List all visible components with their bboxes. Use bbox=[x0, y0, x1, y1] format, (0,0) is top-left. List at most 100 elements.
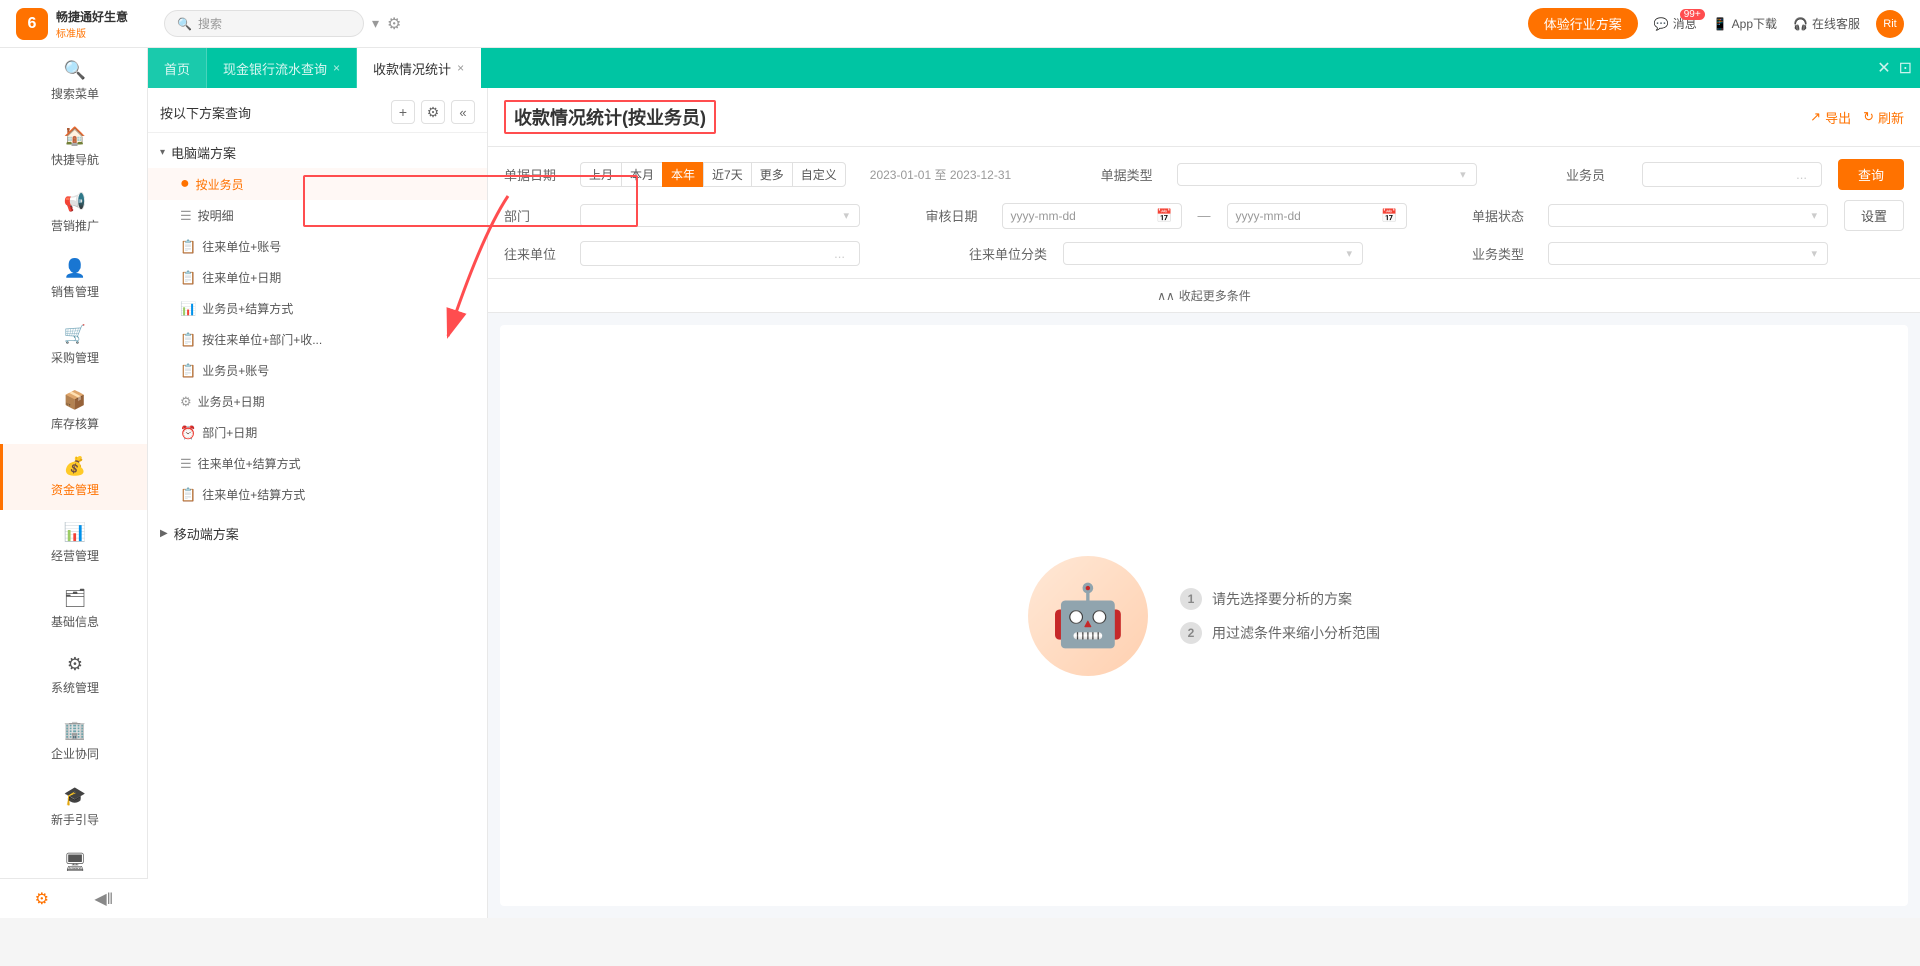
date-tab-this-year[interactable]: 本年 bbox=[662, 162, 703, 187]
sidebar-item-system[interactable]: ⚙ 系统管理 bbox=[0, 642, 147, 708]
sidebar-item-fund[interactable]: 💰 资金管理 bbox=[0, 444, 147, 510]
review-date-start-input[interactable]: yyyy-mm-dd 📅 bbox=[1002, 203, 1182, 229]
trial-btn[interactable]: 体验行业方案 bbox=[1528, 8, 1638, 39]
sidebar-item-marketing[interactable]: 📢 营销推广 bbox=[0, 180, 147, 246]
mobile-group-label[interactable]: ▶ 移动端方案 bbox=[148, 518, 487, 549]
tree-item-partner-date[interactable]: 📋 往来单位+日期 bbox=[148, 262, 487, 293]
bottom-settings-icon[interactable]: ⚙ bbox=[35, 889, 49, 909]
bottom-collapse-icon[interactable]: ◀‖ bbox=[94, 889, 113, 909]
sidebar-item-purchase[interactable]: 🛒 采购管理 bbox=[0, 312, 147, 378]
calendar-end-icon: 📅 bbox=[1381, 208, 1397, 224]
mobile-group: ▶ 移动端方案 bbox=[148, 514, 487, 553]
list2-icon: ☰ bbox=[180, 456, 192, 472]
tree-item-dept-date[interactable]: ⏰ 部门+日期 bbox=[148, 417, 487, 448]
salesman-dots[interactable]: ... bbox=[1792, 167, 1811, 182]
tree-item-partner-dept[interactable]: 📋 按往来单位+部门+收... bbox=[148, 324, 487, 355]
tab-collection-stat[interactable]: 收款情况统计 × bbox=[357, 48, 481, 88]
tab-collection-stat-close[interactable]: × bbox=[457, 61, 464, 75]
salesman-select[interactable]: ... bbox=[1642, 162, 1822, 187]
tab-bank-flow-close[interactable]: × bbox=[333, 61, 340, 75]
tree-item-staff-account[interactable]: 📋 业务员+账号 bbox=[148, 355, 487, 386]
tree-item-by-staff[interactable]: ● 按业务员 bbox=[148, 168, 487, 200]
search-icon: 🔍 bbox=[177, 17, 192, 31]
refresh-btn[interactable]: ↻ 刷新 bbox=[1863, 108, 1904, 127]
tree-item-partner-settle1[interactable]: ☰ 往来单位+结算方式 bbox=[148, 448, 487, 479]
dept-select[interactable]: ▾ bbox=[580, 204, 860, 227]
settings-icon[interactable]: ⚙ bbox=[387, 14, 401, 34]
sidebar-item-label: 系统管理 bbox=[51, 679, 99, 696]
query-btn[interactable]: 查询 bbox=[1838, 159, 1904, 190]
filter-row-1: 单据日期 上月 本月 本年 近7天 更多 自定义 2023-01-01 至 20… bbox=[504, 159, 1904, 190]
desktop-group: ▾ 电脑端方案 ● 按业务员 ☰ 按明细 📋 往来单位+账号 bbox=[148, 133, 487, 514]
doc-icon: 📋 bbox=[180, 239, 196, 255]
review-date-end-input[interactable]: yyyy-mm-dd 📅 bbox=[1227, 203, 1407, 229]
settings-btn[interactable]: 设置 bbox=[1844, 200, 1904, 231]
collapse-btn[interactable]: ∧∧ 收起更多条件 bbox=[1157, 287, 1251, 304]
sidebar-item-quicknav[interactable]: 🏠 快捷导航 bbox=[0, 114, 147, 180]
filter-row-2: 部门 ▾ 审核日期 yyyy-mm-dd 📅 — bbox=[504, 200, 1904, 231]
online-service-label: 在线客服 bbox=[1812, 15, 1860, 32]
tab-home[interactable]: 首页 bbox=[148, 48, 207, 88]
maximize-window-btn[interactable]: ⊡ bbox=[1899, 58, 1912, 78]
user-avatar[interactable]: Rit bbox=[1876, 10, 1904, 38]
date-tab-custom[interactable]: 自定义 bbox=[792, 162, 846, 187]
sidebar-item-sales[interactable]: 👤 销售管理 bbox=[0, 246, 147, 312]
sidebar-item-guide[interactable]: 🎓 新手引导 bbox=[0, 774, 147, 840]
add-scheme-btn[interactable]: + bbox=[391, 100, 415, 124]
sidebar-item-basic[interactable]: 🗂 基础信息 bbox=[0, 576, 147, 642]
fund-icon: 💰 bbox=[64, 456, 86, 477]
main-layout: 🔍 搜索菜单 🏠 快捷导航 📢 营销推广 👤 销售管理 🛒 采购管理 📦 库存核… bbox=[0, 48, 1920, 918]
date-tab-last-month[interactable]: 上月 bbox=[580, 162, 621, 187]
left-panel-actions: + ⚙ « bbox=[391, 100, 475, 124]
search-box[interactable]: 🔍 搜索 bbox=[164, 10, 364, 37]
tree-item-staff-date[interactable]: ⚙ 业务员+日期 bbox=[148, 386, 487, 417]
date-tab-7days[interactable]: 近7天 bbox=[703, 162, 751, 187]
left-panel: 按以下方案查询 + ⚙ « ▾ 电脑端方案 bbox=[148, 88, 488, 918]
desktop-group-label[interactable]: ▾ 电脑端方案 bbox=[148, 137, 487, 168]
partner-select[interactable]: ... bbox=[580, 241, 860, 266]
tree-item-partner-settle2[interactable]: 📋 往来单位+结算方式 bbox=[148, 479, 487, 510]
collapse-panel-btn[interactable]: « bbox=[451, 100, 475, 124]
sidebar-item-operation[interactable]: 📊 经营管理 bbox=[0, 510, 147, 576]
export-btn[interactable]: ↗ 导出 bbox=[1810, 108, 1851, 127]
page-actions: ↗ 导出 ↻ 刷新 bbox=[1810, 108, 1904, 127]
partner-category-label: 往来单位分类 bbox=[969, 244, 1047, 263]
message-icon: 💬 bbox=[1654, 17, 1669, 31]
sidebar-item-label: 采购管理 bbox=[51, 349, 99, 366]
tab-bank-flow[interactable]: 现金银行流水查询 × bbox=[207, 48, 357, 88]
left-panel-title: 按以下方案查询 bbox=[160, 103, 383, 122]
sidebar-item-enterprise[interactable]: 🏢 企业协同 bbox=[0, 708, 147, 774]
dept-chevron: ▾ bbox=[843, 209, 849, 222]
tree-item-label: 按业务员 bbox=[196, 176, 244, 193]
business-type-select[interactable]: ▾ bbox=[1548, 242, 1828, 265]
voucher-status-label: 单据状态 bbox=[1472, 206, 1532, 225]
app-download-btn[interactable]: 📱 App下载 bbox=[1713, 15, 1777, 32]
tree-item-by-detail[interactable]: ☰ 按明细 bbox=[148, 200, 487, 231]
date-tab-this-month[interactable]: 本月 bbox=[621, 162, 662, 187]
tab-spacer bbox=[481, 48, 1869, 88]
partner-category-select[interactable]: ▾ bbox=[1063, 242, 1363, 265]
voucher-type-select[interactable]: ▾ bbox=[1177, 163, 1477, 186]
sidebar-item-label: 快捷导航 bbox=[51, 151, 99, 168]
partner-dots[interactable]: ... bbox=[830, 246, 849, 261]
doc3-icon: 📋 bbox=[180, 332, 196, 348]
app-logo: 6 bbox=[16, 8, 48, 40]
monitor-icon: 🖥 bbox=[64, 852, 87, 873]
sidebar-item-inventory[interactable]: 📦 库存核算 bbox=[0, 378, 147, 444]
online-service-btn[interactable]: 🎧 在线客服 bbox=[1793, 15, 1860, 32]
tree-item-staff-settle[interactable]: 📊 业务员+结算方式 bbox=[148, 293, 487, 324]
voucher-status-select[interactable]: ▾ bbox=[1548, 204, 1828, 227]
voucher-type-label: 单据类型 bbox=[1101, 165, 1161, 184]
dropdown-icon[interactable]: ▾ bbox=[372, 15, 379, 32]
gear-small-icon: ⚙ bbox=[427, 104, 440, 121]
step-2-text: 用过滤条件来缩小分析范围 bbox=[1212, 623, 1380, 643]
close-window-btn[interactable]: ✕ bbox=[1877, 58, 1890, 78]
doc5-icon: 📋 bbox=[180, 487, 196, 503]
settings-scheme-btn[interactable]: ⚙ bbox=[421, 100, 445, 124]
tree-item-partner-account[interactable]: 📋 往来单位+账号 bbox=[148, 231, 487, 262]
step-1-text: 请先选择要分析的方案 bbox=[1212, 589, 1352, 609]
tab-collection-stat-label: 收款情况统计 bbox=[373, 59, 451, 78]
date-tab-more[interactable]: 更多 bbox=[751, 162, 792, 187]
sidebar-item-search[interactable]: 🔍 搜索菜单 bbox=[0, 48, 147, 114]
messages-btn[interactable]: 💬 消息 99+ bbox=[1654, 15, 1697, 32]
